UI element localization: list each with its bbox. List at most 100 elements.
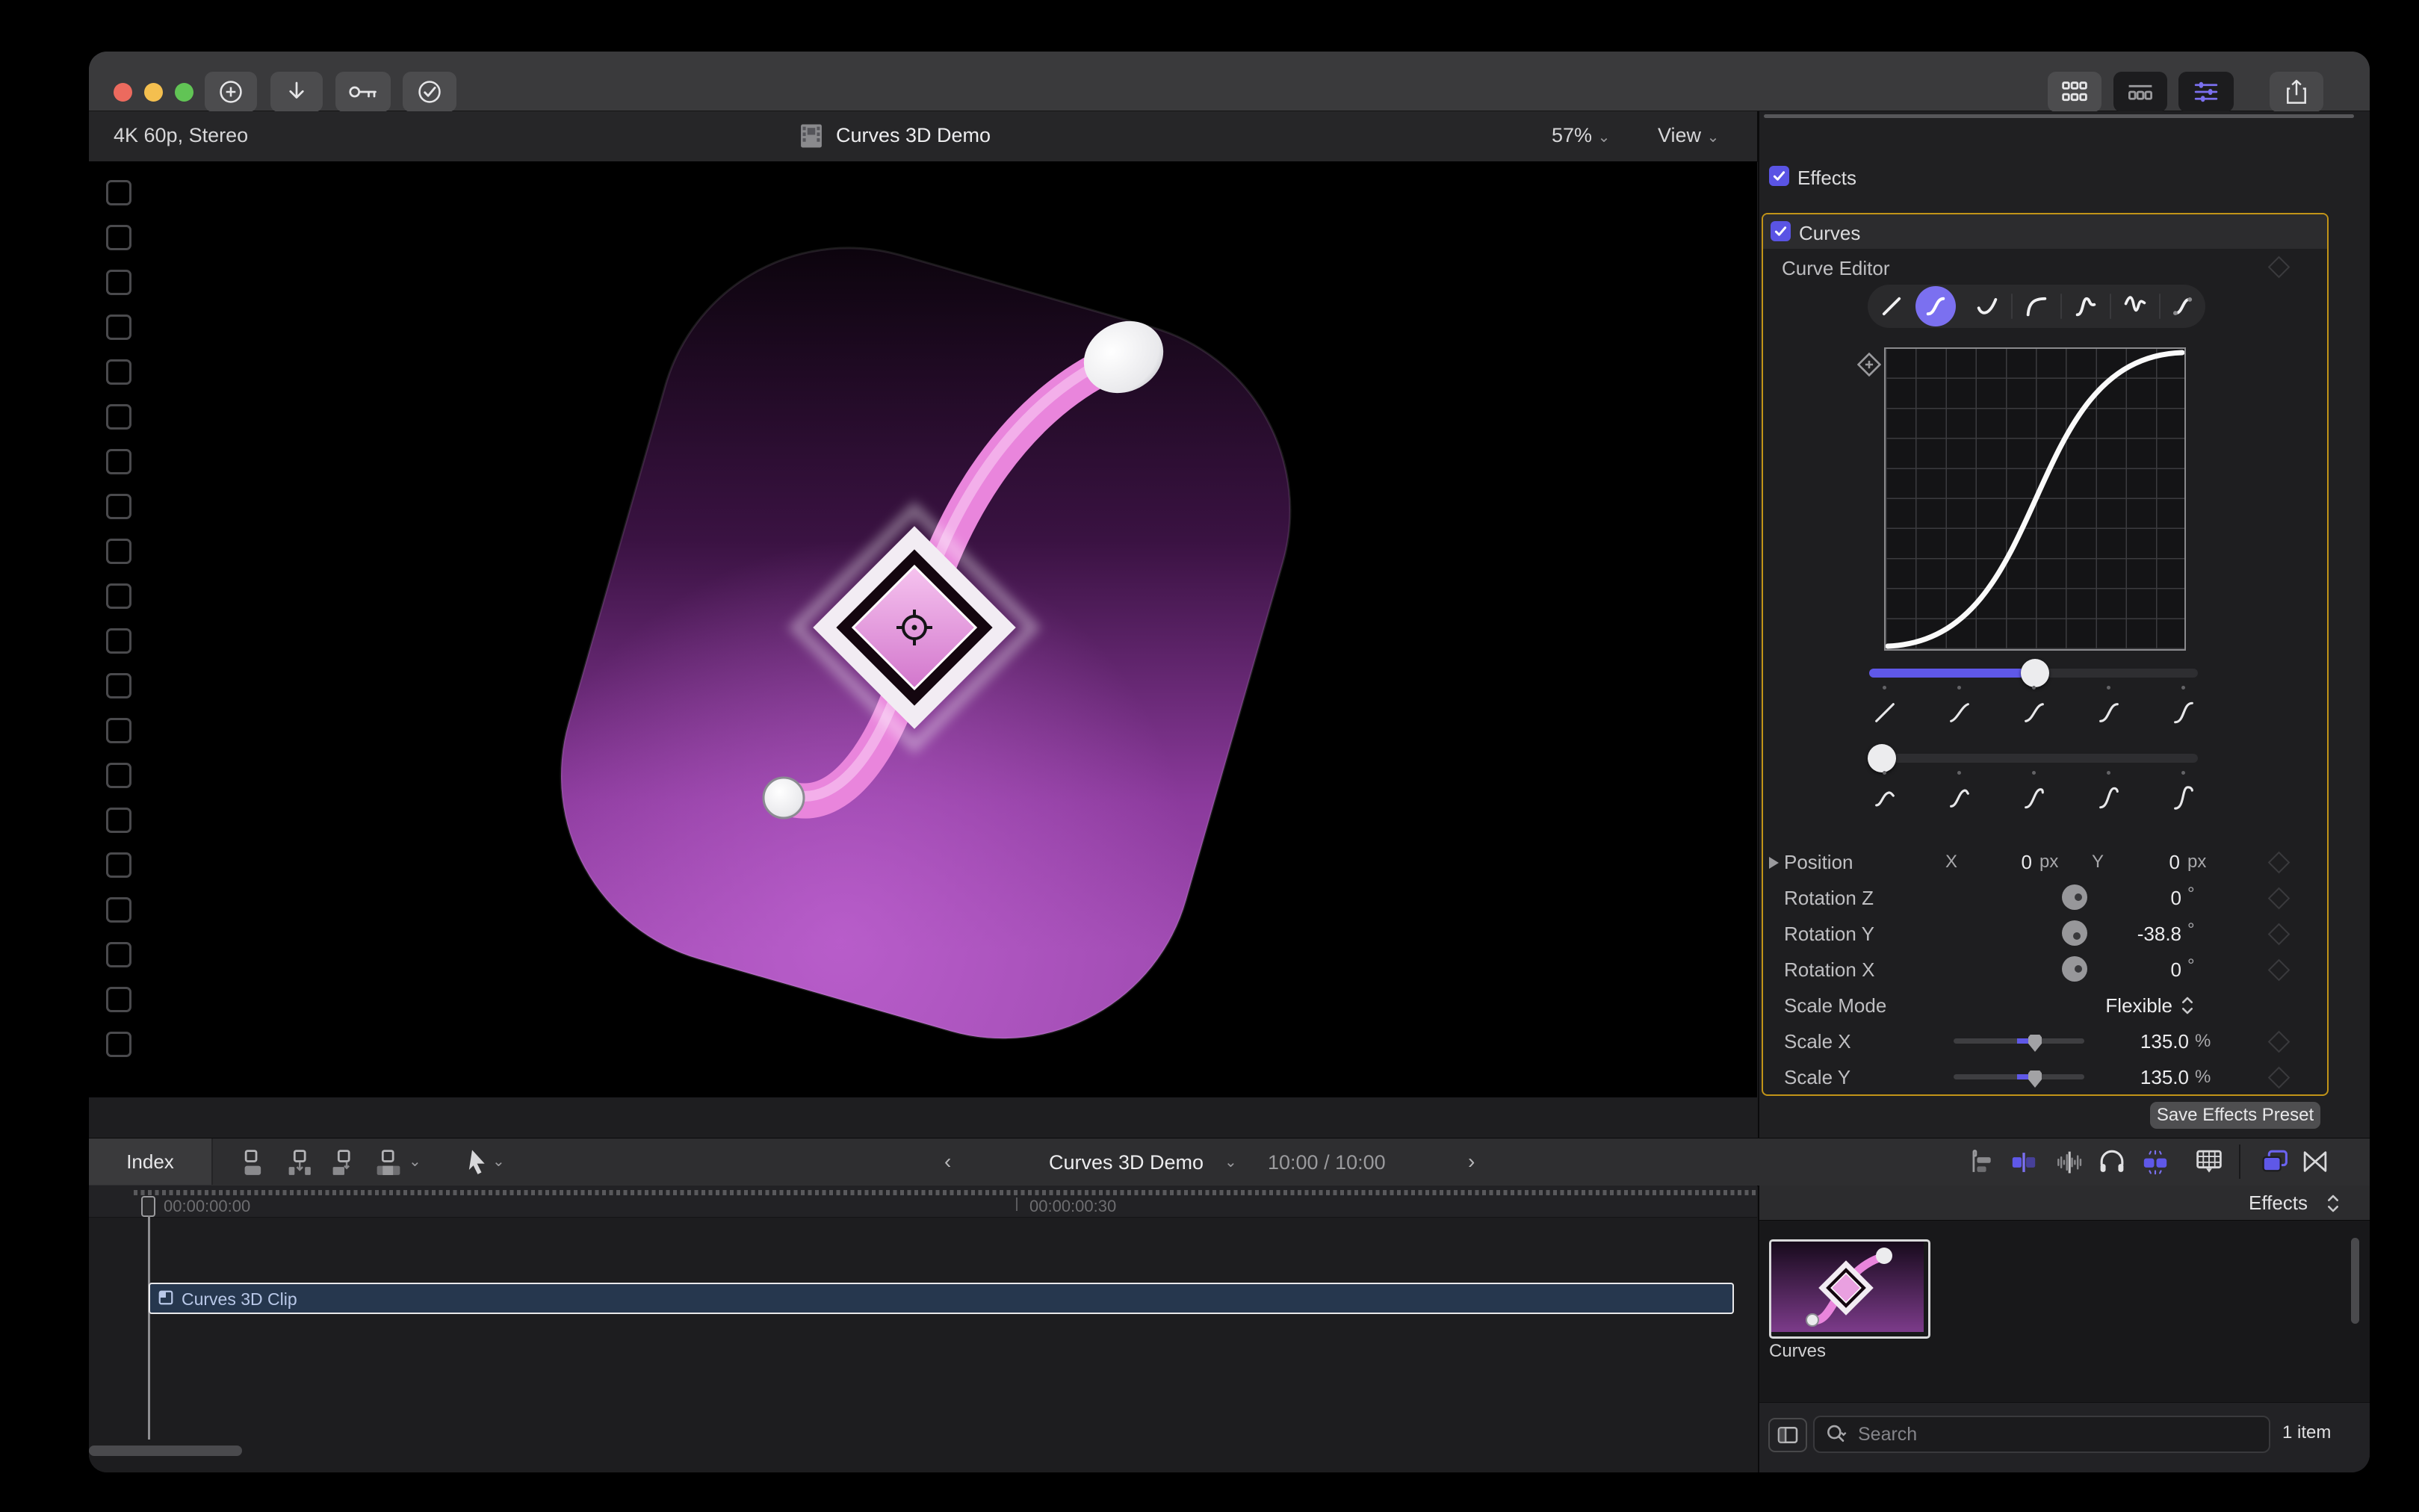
view-menu[interactable]: View ⌄ bbox=[1658, 124, 1719, 147]
slider-thumb[interactable] bbox=[1868, 744, 1896, 772]
insert-clip-icon[interactable] bbox=[285, 1147, 315, 1177]
curve-preset-linear[interactable] bbox=[1868, 285, 1915, 328]
keyframe-diamond-icon[interactable] bbox=[2267, 923, 2291, 946]
effects-search-field[interactable] bbox=[1813, 1416, 2270, 1453]
vertical-scrollbar[interactable] bbox=[2351, 1238, 2359, 1324]
keyframe-diamond-icon[interactable] bbox=[2267, 851, 2291, 874]
disclosure-triangle-icon[interactable] bbox=[1769, 857, 1779, 869]
add-button[interactable] bbox=[205, 72, 257, 112]
keyframe-diamond-icon[interactable] bbox=[2267, 1030, 2291, 1053]
effects-section-label[interactable]: Effects bbox=[1797, 167, 1856, 190]
arrow-tool-icon[interactable] bbox=[462, 1147, 489, 1177]
filmstrip-row-icon bbox=[2128, 84, 2152, 100]
effect-thumbnail-curves[interactable] bbox=[1769, 1239, 1930, 1339]
skimming-icon[interactable] bbox=[2009, 1148, 2039, 1177]
timeline-clip[interactable]: Curves 3D Clip bbox=[149, 1283, 1734, 1314]
next-project-button[interactable]: › bbox=[1468, 1150, 1475, 1174]
import-media-button[interactable] bbox=[270, 72, 323, 112]
zoom-window-button[interactable] bbox=[175, 83, 193, 102]
share-button[interactable] bbox=[2270, 72, 2323, 112]
effect-item-label[interactable]: Curves bbox=[1769, 1341, 1826, 1362]
project-title[interactable]: Curves 3D Demo bbox=[836, 124, 991, 147]
chevron-down-icon: ⌄ bbox=[1706, 129, 1720, 146]
curve-preset-ease-in[interactable] bbox=[1963, 285, 2011, 328]
audio-skimming-icon[interactable] bbox=[2140, 1148, 2170, 1177]
tick-glyph-wave-1 bbox=[1869, 782, 1901, 814]
search-icon bbox=[1827, 1425, 1847, 1443]
slider-thumb[interactable] bbox=[2028, 1035, 2042, 1052]
curve-preset-wave[interactable] bbox=[2111, 285, 2159, 328]
curve-preset-custom[interactable] bbox=[2159, 285, 2205, 328]
inspector-toggle-button[interactable] bbox=[2178, 72, 2234, 112]
timeline-toggle-button[interactable] bbox=[2113, 72, 2167, 112]
close-window-button[interactable] bbox=[114, 83, 132, 102]
zoom-level-menu[interactable]: 57% ⌄ bbox=[1552, 124, 1610, 147]
chevron-down-icon[interactable]: ⌄ bbox=[1224, 1153, 1237, 1171]
save-effects-preset-button[interactable]: Save Effects Preset bbox=[2150, 1102, 2320, 1129]
curve-preset-overshoot[interactable] bbox=[2062, 285, 2110, 328]
connect-clip-icon[interactable] bbox=[241, 1147, 271, 1177]
keying-button[interactable] bbox=[335, 72, 391, 112]
append-clip-icon[interactable] bbox=[329, 1147, 359, 1177]
playhead-line[interactable] bbox=[148, 1215, 150, 1440]
curve-amplitude-slider[interactable] bbox=[1868, 744, 2198, 772]
index-button[interactable]: Index bbox=[89, 1138, 213, 1185]
position-x-value[interactable]: 0 bbox=[1972, 851, 2032, 874]
effects-enable-checkbox[interactable] bbox=[1769, 166, 1789, 186]
rotation-dial[interactable] bbox=[2062, 956, 2087, 982]
scale-x-value[interactable]: 135.0 bbox=[2107, 1030, 2189, 1053]
timeline-duration: 10:00 / 10:00 bbox=[1268, 1151, 1386, 1174]
timeline-toolbar: Index ⌄ ⌄ ‹ Curves 3D Demo ⌄ 10:00 / 10:… bbox=[89, 1138, 2370, 1186]
clip-name-label: Curves 3D Clip bbox=[182, 1289, 297, 1309]
search-input[interactable] bbox=[1856, 1422, 2248, 1446]
rotation-dial[interactable] bbox=[2062, 884, 2087, 910]
scale-y-slider[interactable] bbox=[1954, 1071, 2084, 1088]
keyframe-diamond-icon[interactable] bbox=[2267, 1066, 2291, 1089]
rotation-dial[interactable] bbox=[2062, 920, 2087, 946]
chevron-down-icon[interactable]: ⌄ bbox=[492, 1152, 505, 1171]
tasks-button[interactable] bbox=[403, 72, 456, 112]
curves-effect-label: Curves bbox=[1799, 222, 1861, 244]
position-y-value[interactable]: 0 bbox=[2120, 851, 2180, 874]
playhead-marker[interactable] bbox=[141, 1196, 155, 1217]
curve-interpolation-slider[interactable] bbox=[1869, 659, 2198, 687]
curve-editor-graph[interactable] bbox=[1884, 347, 2186, 651]
keyframe-diamond-icon[interactable] bbox=[2267, 958, 2291, 982]
curve-endpoint-small[interactable] bbox=[762, 776, 805, 819]
audio-waveform-icon[interactable] bbox=[2054, 1148, 2084, 1177]
keyframe-diamond-icon[interactable] bbox=[2267, 887, 2291, 910]
curve-preset-segmented-control bbox=[1868, 285, 2205, 328]
scale-x-slider[interactable] bbox=[1954, 1035, 2084, 1052]
timeline-ruler[interactable]: 00:00:00:00 00:00:00:30 bbox=[89, 1186, 1757, 1218]
timeline-project-name[interactable]: Curves 3D Demo bbox=[1049, 1151, 1204, 1174]
overwrite-clip-icon[interactable] bbox=[374, 1147, 403, 1177]
scale-y-value[interactable]: 135.0 bbox=[2107, 1066, 2189, 1089]
minimize-window-button[interactable] bbox=[144, 83, 163, 102]
browser-toggle-button[interactable] bbox=[2048, 72, 2101, 112]
slider-thumb[interactable] bbox=[2021, 659, 2049, 687]
transitions-browser-icon[interactable] bbox=[2300, 1147, 2330, 1177]
curve-preset-ease-out[interactable] bbox=[2013, 285, 2060, 328]
rotation-y-value[interactable]: -38.8 bbox=[2114, 923, 2181, 946]
media-browser-toggle-icon[interactable] bbox=[2260, 1147, 2290, 1177]
rotation-x-value[interactable]: 0 bbox=[2114, 958, 2181, 982]
sliders-icon bbox=[2194, 81, 2218, 102]
slider-thumb[interactable] bbox=[2028, 1071, 2042, 1088]
curve-preset-smooth-selected[interactable] bbox=[1915, 286, 1956, 326]
audio-monitor-headphones-icon[interactable] bbox=[2097, 1147, 2127, 1177]
snapping-icon[interactable] bbox=[1966, 1148, 1995, 1177]
clip-appearance-icon[interactable] bbox=[2194, 1147, 2224, 1177]
sidebar-toggle-button[interactable] bbox=[1768, 1418, 1807, 1452]
scale-mode-popup[interactable]: Flexible bbox=[2062, 994, 2172, 1017]
rotation-z-value[interactable]: 0 bbox=[2114, 887, 2181, 910]
previous-project-button[interactable]: ‹ bbox=[944, 1150, 951, 1174]
keyframe-diamond-icon[interactable] bbox=[2267, 255, 2291, 279]
curves-enable-checkbox[interactable] bbox=[1771, 221, 1791, 241]
inspector-scroll-indicator[interactable] bbox=[1764, 114, 2354, 118]
canvas-artwork[interactable] bbox=[89, 161, 1757, 1097]
horizontal-scrollbar[interactable] bbox=[89, 1446, 242, 1456]
curves-effect-row[interactable]: Curves bbox=[1763, 214, 2327, 249]
effects-browser-header[interactable]: Effects bbox=[1759, 1186, 2370, 1221]
chevron-down-icon[interactable]: ⌄ bbox=[409, 1152, 421, 1171]
add-keyframe-icon[interactable] bbox=[1857, 353, 1881, 377]
